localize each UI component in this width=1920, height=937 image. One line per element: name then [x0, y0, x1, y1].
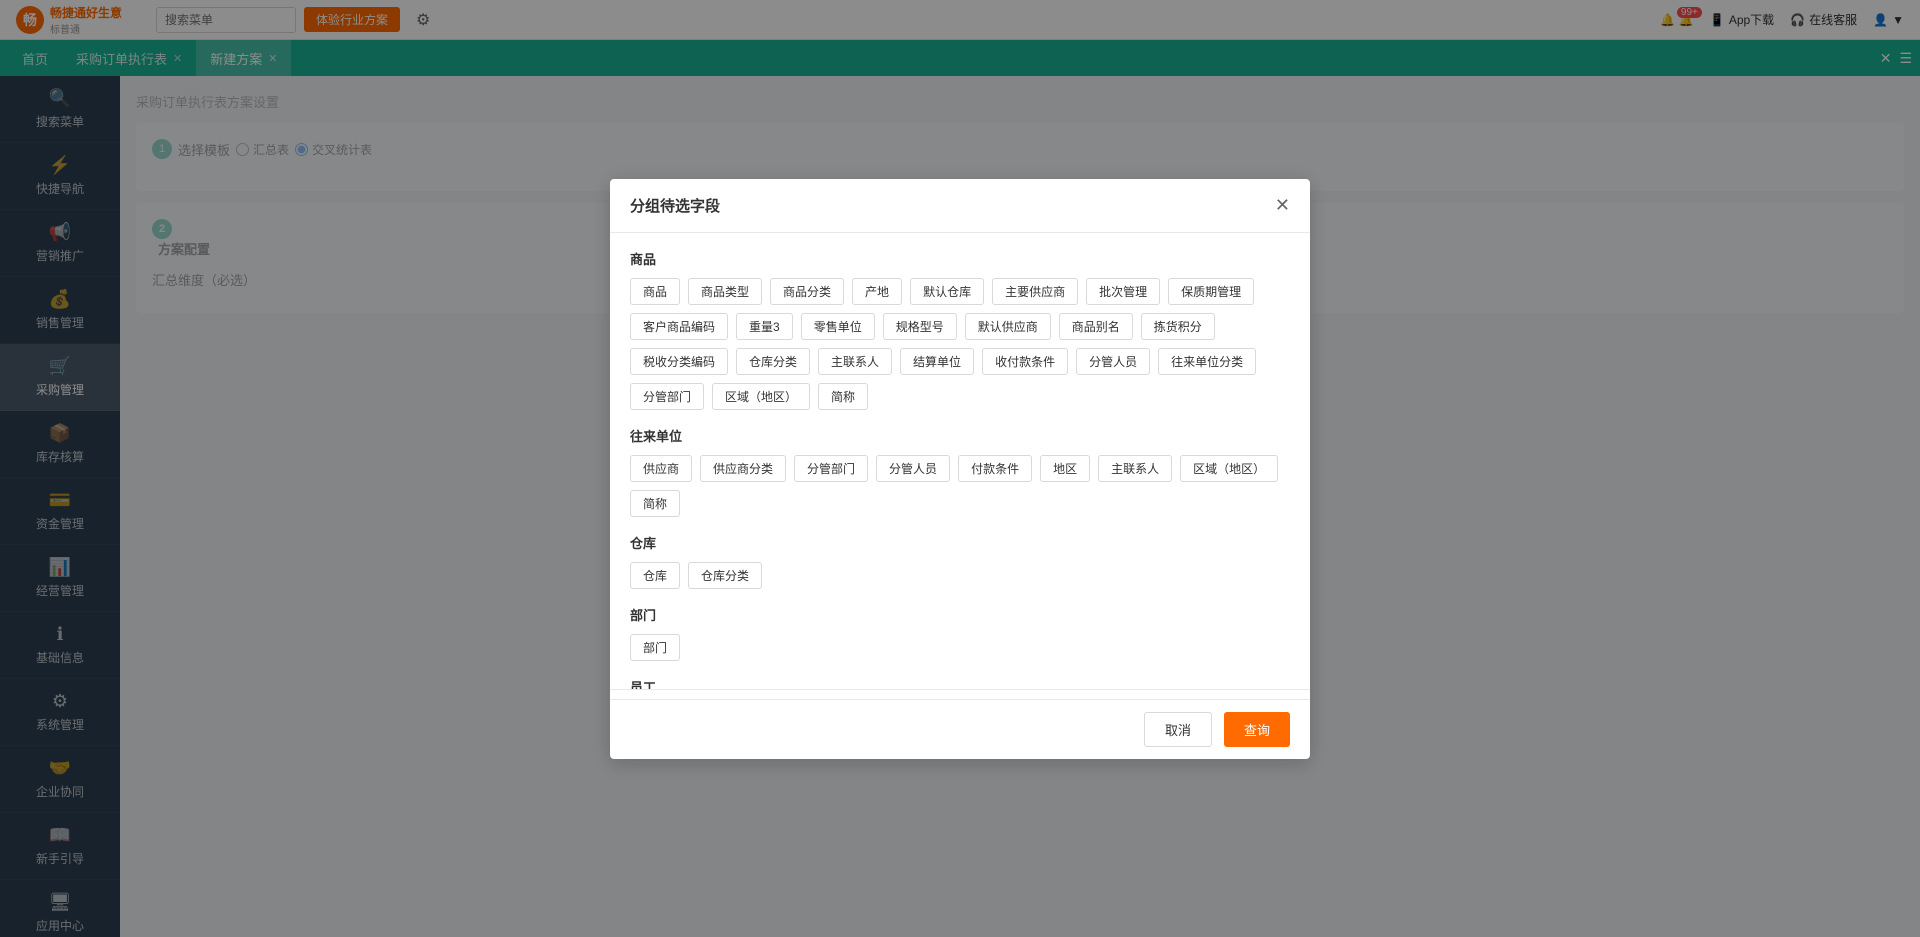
- field-tag-retail-unit[interactable]: 零售单位: [801, 313, 875, 340]
- modal-footer: 取消 查询: [610, 699, 1310, 759]
- modal-header: 分组待选字段 ✕: [610, 179, 1310, 233]
- section-product-fields: 商品 商品类型 商品分类 产地 默认仓库 主要供应商 批次管理 保质期管理 客户…: [630, 278, 1290, 410]
- section-warehouse: 仓库 仓库 仓库分类: [630, 533, 1290, 589]
- field-tag-short-name-partner[interactable]: 简称: [630, 490, 680, 517]
- modal-horizontal-scrollbar[interactable]: [610, 689, 1310, 699]
- field-tag-expiry-mgmt[interactable]: 保质期管理: [1168, 278, 1254, 305]
- section-employee-title: 员工: [630, 677, 1290, 689]
- field-tag-weight3[interactable]: 重量3: [736, 313, 793, 340]
- field-tag-short-name-product[interactable]: 简称: [818, 383, 868, 410]
- field-tag-tax-code[interactable]: 税收分类编码: [630, 348, 728, 375]
- field-tag-partner-contact[interactable]: 主联系人: [1098, 455, 1172, 482]
- section-partner-title: 往来单位: [630, 426, 1290, 445]
- section-warehouse-title: 仓库: [630, 533, 1290, 552]
- field-tag-dept[interactable]: 分管部门: [630, 383, 704, 410]
- section-partner-fields: 供应商 供应商分类 分管部门 分管人员 付款条件 地区 主联系人 区域（地区） …: [630, 455, 1290, 517]
- field-select-modal: 分组待选字段 ✕ 商品 商品 商品类型 商品分类 产地 默认仓库 主要供应商 批…: [610, 179, 1310, 759]
- section-department-title: 部门: [630, 605, 1290, 624]
- field-tag-department[interactable]: 部门: [630, 634, 680, 661]
- field-tag-settlement-unit[interactable]: 结算单位: [900, 348, 974, 375]
- field-tag-partner-category[interactable]: 往来单位分类: [1158, 348, 1256, 375]
- field-tag-main-contact[interactable]: 主联系人: [818, 348, 892, 375]
- field-tag-warehouse-category[interactable]: 仓库分类: [736, 348, 810, 375]
- field-tag-default-supplier[interactable]: 默认供应商: [965, 313, 1051, 340]
- field-tag-manager[interactable]: 分管人员: [1076, 348, 1150, 375]
- field-tag-region[interactable]: 地区: [1040, 455, 1090, 482]
- field-tag-pick-points[interactable]: 拣货积分: [1141, 313, 1215, 340]
- cancel-button[interactable]: 取消: [1144, 712, 1212, 747]
- field-tag-batch-mgmt[interactable]: 批次管理: [1086, 278, 1160, 305]
- section-department: 部门 部门: [630, 605, 1290, 661]
- field-tag-supplier-category[interactable]: 供应商分类: [700, 455, 786, 482]
- section-department-fields: 部门: [630, 634, 1290, 661]
- section-employee: 员工 业务员: [630, 677, 1290, 689]
- field-tag-main-supplier[interactable]: 主要供应商: [992, 278, 1078, 305]
- field-tag-partner-mgr[interactable]: 分管人员: [876, 455, 950, 482]
- confirm-button[interactable]: 查询: [1224, 712, 1290, 747]
- field-tag-product-type[interactable]: 商品类型: [688, 278, 762, 305]
- field-tag-pay-condition[interactable]: 付款条件: [958, 455, 1032, 482]
- section-product: 商品 商品 商品类型 商品分类 产地 默认仓库 主要供应商 批次管理 保质期管理…: [630, 249, 1290, 410]
- field-tag-spec-model[interactable]: 规格型号: [883, 313, 957, 340]
- section-product-title: 商品: [630, 249, 1290, 268]
- modal-body: 商品 商品 商品类型 商品分类 产地 默认仓库 主要供应商 批次管理 保质期管理…: [610, 233, 1310, 689]
- field-tag-warehouse-type[interactable]: 仓库分类: [688, 562, 762, 589]
- field-tag-warehouse[interactable]: 仓库: [630, 562, 680, 589]
- modal-close-button[interactable]: ✕: [1275, 195, 1290, 216]
- modal-overlay: 分组待选字段 ✕ 商品 商品 商品类型 商品分类 产地 默认仓库 主要供应商 批…: [0, 0, 1920, 937]
- field-tag-area-partner[interactable]: 区域（地区）: [1180, 455, 1278, 482]
- field-tag-area-product[interactable]: 区域（地区）: [712, 383, 810, 410]
- field-tag-supplier[interactable]: 供应商: [630, 455, 692, 482]
- field-tag-product[interactable]: 商品: [630, 278, 680, 305]
- section-warehouse-fields: 仓库 仓库分类: [630, 562, 1290, 589]
- field-tag-partner-dept[interactable]: 分管部门: [794, 455, 868, 482]
- field-tag-origin[interactable]: 产地: [852, 278, 902, 305]
- modal-title: 分组待选字段: [630, 195, 720, 216]
- field-tag-default-warehouse[interactable]: 默认仓库: [910, 278, 984, 305]
- field-tag-product-alias[interactable]: 商品别名: [1059, 313, 1133, 340]
- field-tag-payment-terms[interactable]: 收付款条件: [982, 348, 1068, 375]
- field-tag-customer-code[interactable]: 客户商品编码: [630, 313, 728, 340]
- section-partner: 往来单位 供应商 供应商分类 分管部门 分管人员 付款条件 地区 主联系人 区域…: [630, 426, 1290, 517]
- field-tag-product-category[interactable]: 商品分类: [770, 278, 844, 305]
